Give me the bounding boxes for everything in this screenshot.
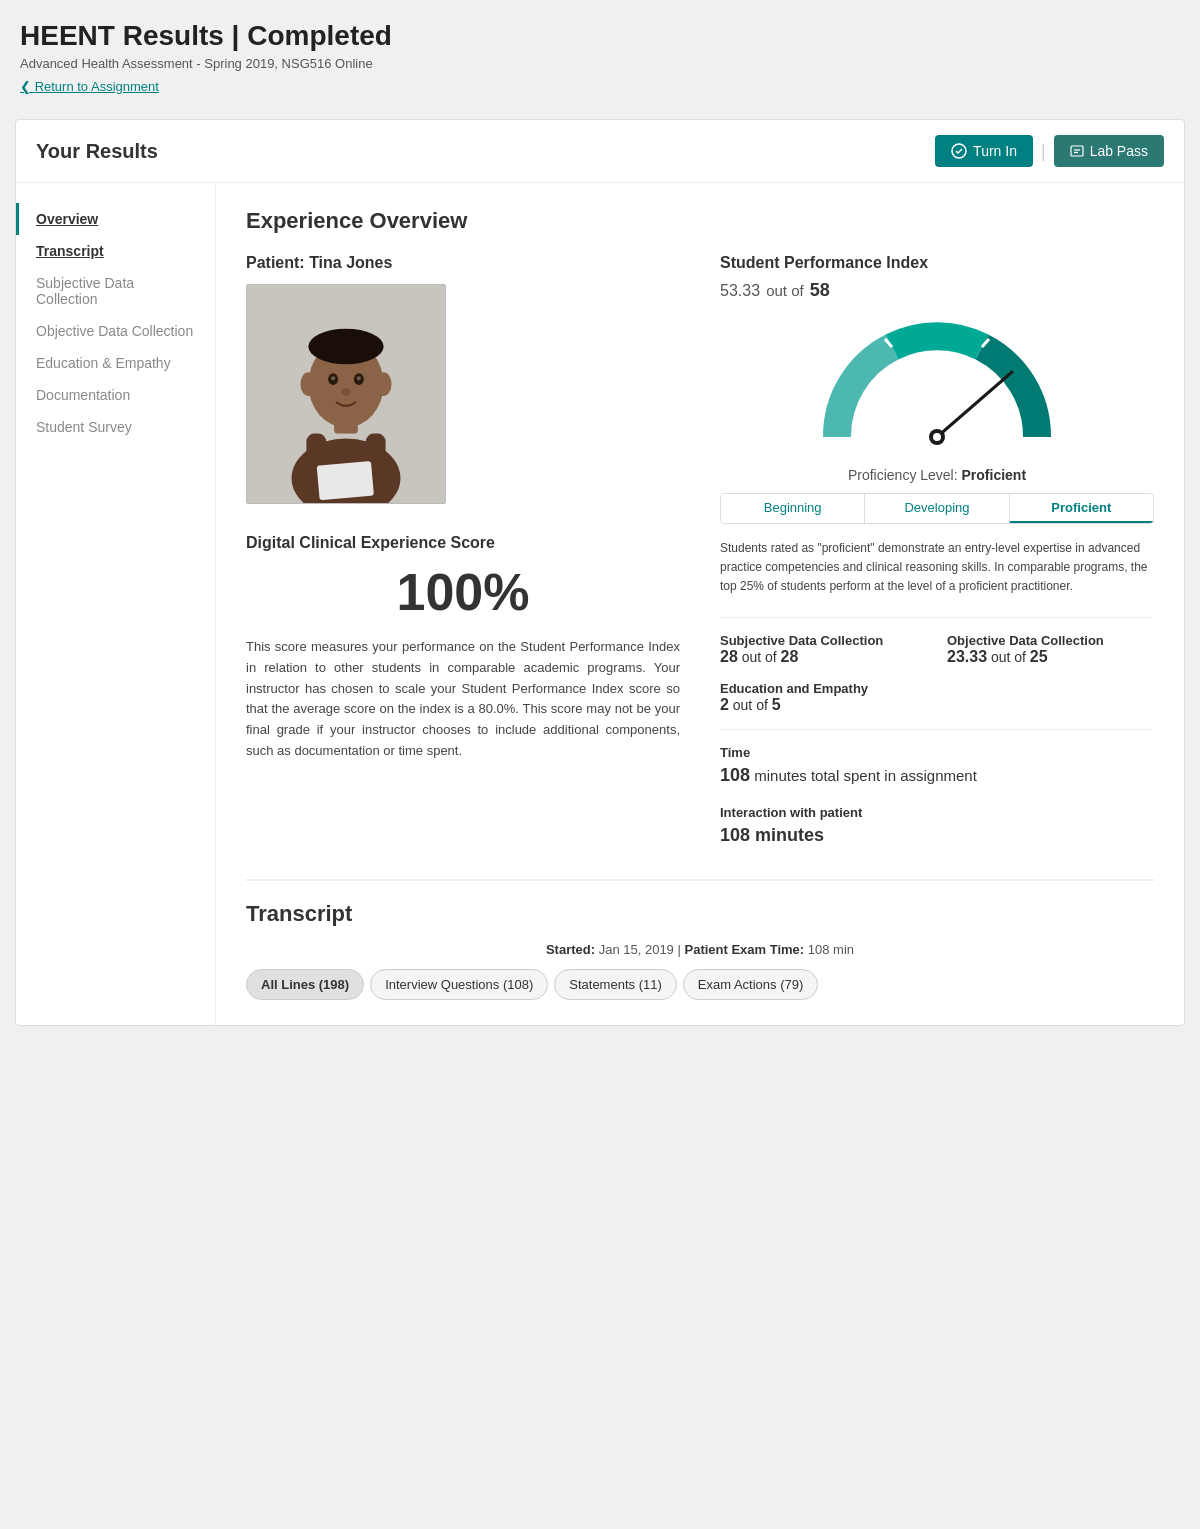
proficiency-description: Students rated as "proficient" demonstra… [720,539,1154,597]
svg-point-13 [308,329,383,365]
svg-point-11 [357,376,361,380]
education-label: Education and Empathy [720,681,927,696]
sidebar-item-subjective[interactable]: Subjective Data Collection [16,267,215,315]
transcript-tab-exam[interactable]: Exam Actions (79) [683,969,819,1000]
prof-tab-developing[interactable]: Developing [865,494,1009,523]
time-total: 108 minutes total spent in assignment [720,765,1154,786]
button-divider: | [1041,141,1046,162]
time-section: Time 108 minutes total spent in assignme… [720,745,1154,846]
sidebar-item-survey[interactable]: Student Survey [16,411,215,443]
transcript-section: Transcript Started: Jan 15, 2019 | Patie… [246,879,1154,1000]
sidebar-item-documentation[interactable]: Documentation [16,379,215,411]
gauge-chart [817,317,1057,457]
transcript-title: Transcript [246,901,1154,927]
page-subtitle: Advanced Health Assessment - Spring 2019… [20,56,1180,71]
interaction-value: 108 minutes [720,825,1154,846]
turn-in-icon [951,143,967,159]
proficiency-label: Proficiency Level: Proficient [720,467,1154,483]
sidebar-item-education[interactable]: Education & Empathy [16,347,215,379]
svg-point-15 [376,372,392,396]
section-title: Experience Overview [246,208,1154,234]
dce-description: This score measures your performance on … [246,637,680,762]
sidebar: Overview Transcript Subjective Data Coll… [16,183,216,1025]
education-score: 2 out of 5 [720,696,927,714]
interaction-label: Interaction with patient [720,805,1154,820]
time-label: Time [720,745,1154,760]
dce-score: 100% [246,562,680,622]
patient-avatar [246,284,446,504]
spi-score: 53.33 out of 58 [720,276,1154,302]
patient-name: Patient: Tina Jones [246,254,680,272]
dce-title: Digital Clinical Experience Score [246,534,680,552]
transcript-meta: Started: Jan 15, 2019 | Patient Exam Tim… [246,942,1154,957]
return-to-assignment-link[interactable]: Return to Assignment [20,79,159,94]
subjective-label: Subjective Data Collection [720,633,927,648]
sidebar-item-objective[interactable]: Objective Data Collection [16,315,215,347]
prof-tab-proficient[interactable]: Proficient [1010,494,1153,523]
sidebar-item-transcript[interactable]: Transcript [16,235,215,267]
subjective-score: 28 out of 28 [720,648,927,666]
turn-in-button[interactable]: Turn In [935,135,1033,167]
lab-pass-icon [1070,144,1084,158]
objective-label: Objective Data Collection [947,633,1154,648]
objective-score: 23.33 out of 25 [947,648,1154,666]
sidebar-item-overview[interactable]: Overview [16,203,215,235]
transcript-tab-all[interactable]: All Lines (198) [246,969,364,1000]
transcript-tab-statements[interactable]: Statements (11) [554,969,677,1000]
svg-line-21 [937,372,1012,437]
page-title: HEENT Results | Completed [20,20,1180,52]
transcript-tab-interview[interactable]: Interview Questions (108) [370,969,548,1000]
prof-tab-beginning[interactable]: Beginning [721,494,865,523]
svg-rect-18 [317,461,374,500]
results-card-title: Your Results [36,140,158,163]
svg-rect-1 [1071,146,1083,156]
lab-pass-button[interactable]: Lab Pass [1054,135,1164,167]
proficiency-tabs: Beginning Developing Proficient [720,493,1154,524]
svg-point-14 [300,372,316,396]
score-grid: Subjective Data Collection 28 out of 28 … [720,633,1154,714]
transcript-tabs: All Lines (198) Interview Questions (108… [246,969,1154,1000]
svg-point-10 [331,376,335,380]
spi-title: Student Performance Index [720,254,1154,272]
svg-point-12 [341,388,351,396]
svg-point-23 [933,433,941,441]
